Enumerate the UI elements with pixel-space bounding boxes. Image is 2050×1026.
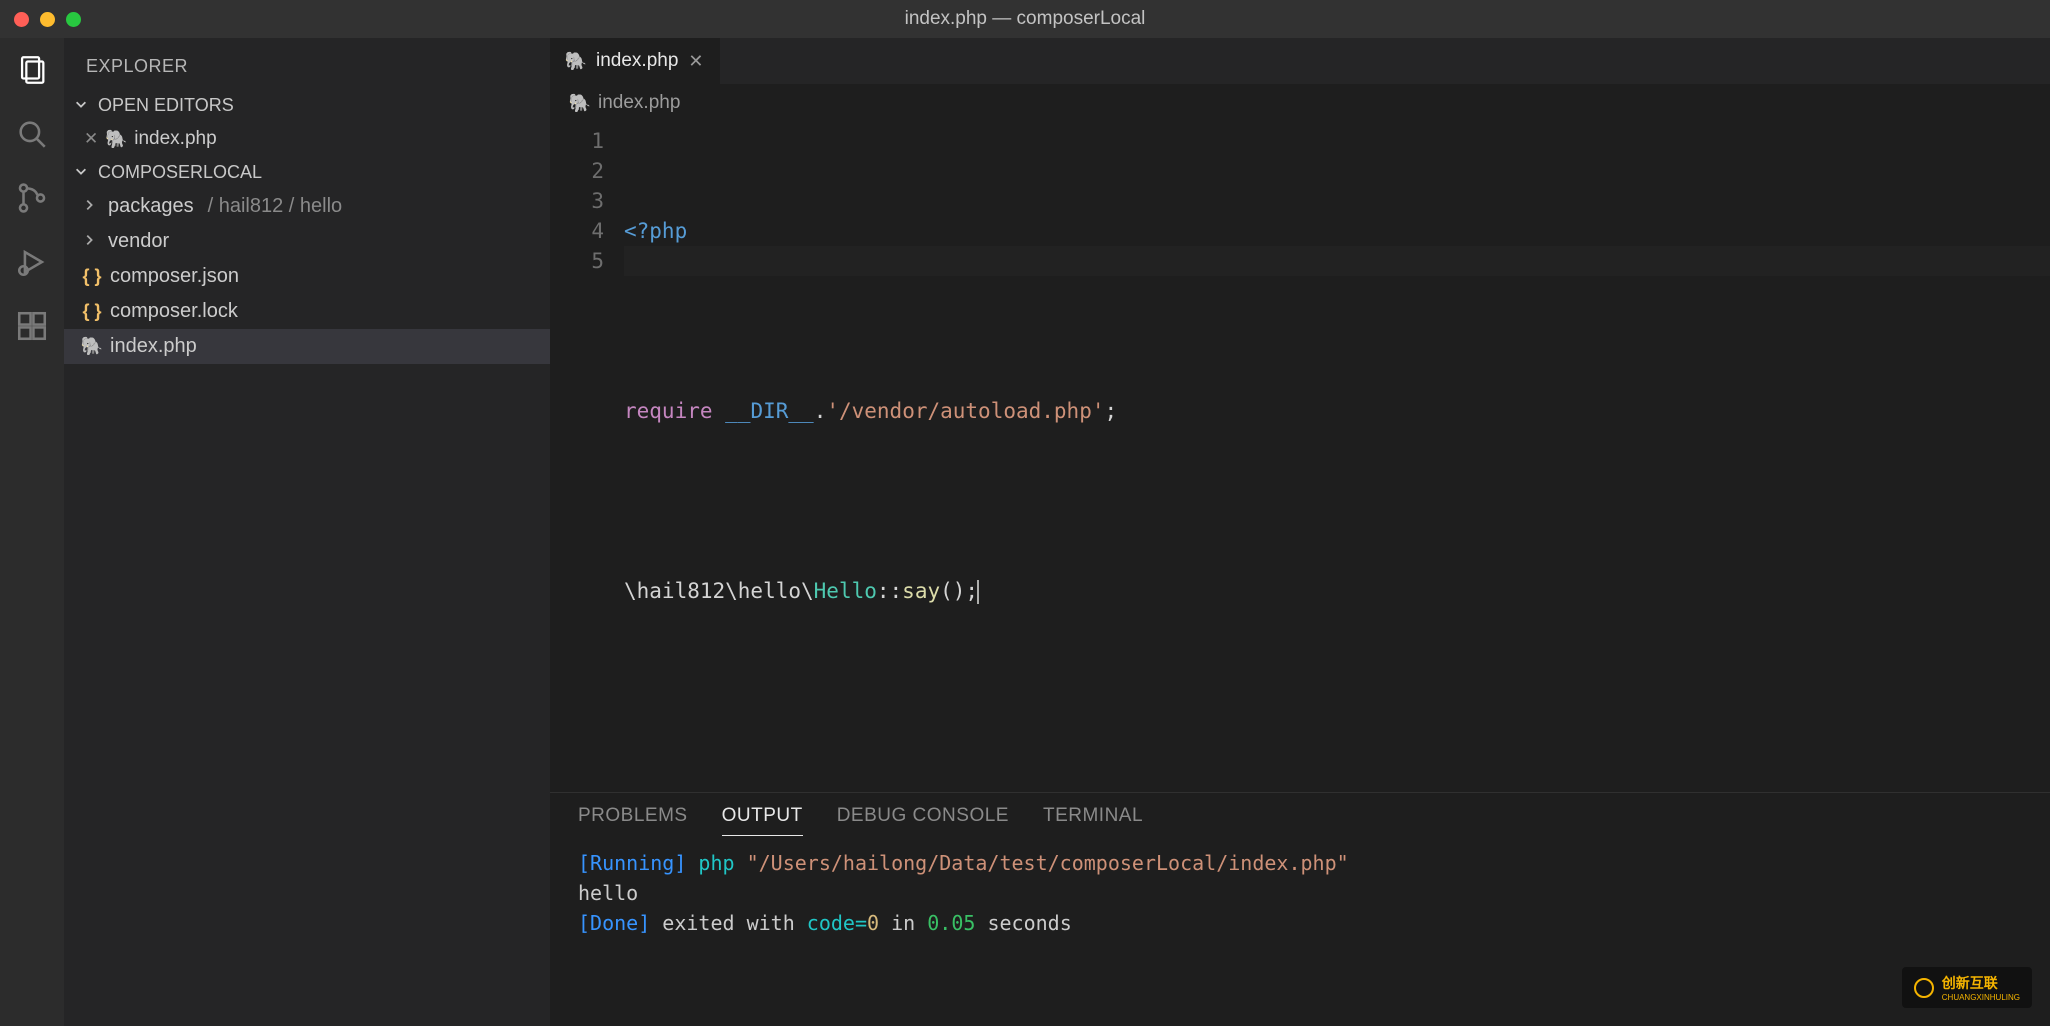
php-file-icon: 🐘 <box>82 336 102 357</box>
workspace-label: COMPOSERLOCAL <box>98 162 262 183</box>
sidebar-title: EXPLORER <box>64 38 550 89</box>
panel-tab-problems[interactable]: PROBLEMS <box>578 805 688 836</box>
watermark: 创新互联 CHUANGXINHULING <box>1902 967 2032 1008</box>
explorer-icon[interactable] <box>14 52 50 88</box>
panel-tabs: PROBLEMS OUTPUT DEBUG CONSOLE TERMINAL <box>550 793 2050 836</box>
text-cursor <box>977 580 979 604</box>
code-editor[interactable]: 1 2 3 4 5 <?php require __DIR__.'/vendor… <box>550 122 2050 792</box>
code-token: ; <box>1105 399 1118 423</box>
search-icon[interactable] <box>14 116 50 152</box>
explorer-sidebar: EXPLORER OPEN EDITORS ✕ 🐘 index.php COMP… <box>64 38 550 1026</box>
code-token: (); <box>940 579 978 603</box>
titlebar: index.php — composerLocal <box>0 0 2050 38</box>
output-token: 0.05 <box>927 911 975 935</box>
output-token: [Done] <box>578 911 650 935</box>
chevron-right-icon <box>82 195 100 218</box>
watermark-text: 创新互联 <box>1942 973 2020 993</box>
line-number: 1 <box>550 126 604 156</box>
extensions-icon[interactable] <box>14 308 50 344</box>
code-content[interactable]: <?php require __DIR__.'/vendor/autoload.… <box>624 122 2050 792</box>
line-number: 2 <box>550 156 604 186</box>
code-token: Hello <box>814 579 877 603</box>
json-file-icon: { } <box>82 301 102 322</box>
open-editor-item[interactable]: ✕ 🐘 index.php <box>64 122 550 156</box>
open-editors-section[interactable]: OPEN EDITORS <box>64 89 550 122</box>
line-number: 5 <box>550 246 604 276</box>
php-file-icon: 🐘 <box>566 51 586 72</box>
minimize-window-button[interactable] <box>40 12 55 27</box>
php-file-icon: 🐘 <box>106 129 126 150</box>
code-token: <?php <box>624 219 687 243</box>
folder-row-packages[interactable]: packages / hail812 / hello <box>64 189 550 224</box>
run-debug-icon[interactable] <box>14 244 50 280</box>
file-name: composer.json <box>110 265 239 288</box>
file-row-index-php[interactable]: 🐘 index.php <box>64 329 550 364</box>
line-number: 3 <box>550 186 604 216</box>
output-token: seconds <box>987 911 1071 935</box>
file-row-composer-lock[interactable]: { } composer.lock <box>64 294 550 329</box>
panel-tab-output[interactable]: OUTPUT <box>722 805 803 836</box>
chevron-down-icon <box>74 162 92 183</box>
panel-tab-terminal[interactable]: TERMINAL <box>1043 805 1143 836</box>
window-title: index.php — composerLocal <box>905 8 1146 30</box>
line-gutter: 1 2 3 4 5 <box>550 122 624 792</box>
folder-name: packages <box>108 195 194 218</box>
chevron-down-icon <box>74 95 92 116</box>
code-token: . <box>814 399 827 423</box>
file-name: index.php <box>110 335 197 358</box>
output-token: "/Users/hailong/Data/test/composerLocal/… <box>747 851 1349 875</box>
php-file-icon: 🐘 <box>570 93 590 114</box>
activity-bar <box>0 38 64 1026</box>
close-icon[interactable]: ✕ <box>84 129 98 149</box>
workspace-section[interactable]: COMPOSERLOCAL <box>64 156 550 189</box>
watermark-logo-icon <box>1914 978 1934 998</box>
folder-row-vendor[interactable]: vendor <box>64 224 550 259</box>
code-token: '/vendor/autoload.php' <box>826 399 1104 423</box>
output-content[interactable]: [Running] php "/Users/hailong/Data/test/… <box>550 836 2050 950</box>
folder-name: vendor <box>108 230 169 253</box>
code-token: :: <box>877 579 902 603</box>
open-editor-file: index.php <box>134 128 216 150</box>
bottom-panel: PROBLEMS OUTPUT DEBUG CONSOLE TERMINAL [… <box>550 792 2050 1026</box>
breadcrumb[interactable]: 🐘 index.php <box>550 84 2050 122</box>
code-token: __DIR__ <box>725 399 814 423</box>
output-token: exited with <box>662 911 794 935</box>
source-control-icon[interactable] <box>14 180 50 216</box>
breadcrumb-file: index.php <box>598 92 680 114</box>
output-token: php <box>698 851 734 875</box>
tab-label: index.php <box>596 50 678 72</box>
open-editors-label: OPEN EDITORS <box>98 95 234 116</box>
editor-group: 🐘 index.php ✕ 🐘 index.php 1 2 3 4 5 <box>550 38 2050 1026</box>
close-tab-icon[interactable]: ✕ <box>688 51 703 72</box>
output-token: in <box>891 911 915 935</box>
close-window-button[interactable] <box>14 12 29 27</box>
code-token: require <box>624 399 713 423</box>
output-token: code= <box>807 911 867 935</box>
chevron-right-icon <box>82 230 100 253</box>
tab-index-php[interactable]: 🐘 index.php ✕ <box>550 38 721 84</box>
json-file-icon: { } <box>82 266 102 287</box>
watermark-sub: CHUANGXINHULING <box>1942 993 2020 1002</box>
panel-tab-debug-console[interactable]: DEBUG CONSOLE <box>837 805 1009 836</box>
output-token: hello <box>578 881 638 905</box>
output-token: 0 <box>867 911 879 935</box>
output-token: [Running] <box>578 851 686 875</box>
line-number: 4 <box>550 216 604 246</box>
tab-bar: 🐘 index.php ✕ <box>550 38 2050 84</box>
code-token: \hail812\hello\ <box>624 579 814 603</box>
folder-path: / hail812 / hello <box>208 195 343 218</box>
file-row-composer-json[interactable]: { } composer.json <box>64 259 550 294</box>
file-name: composer.lock <box>110 300 238 323</box>
code-token: say <box>902 579 940 603</box>
window-controls <box>14 12 81 27</box>
maximize-window-button[interactable] <box>66 12 81 27</box>
